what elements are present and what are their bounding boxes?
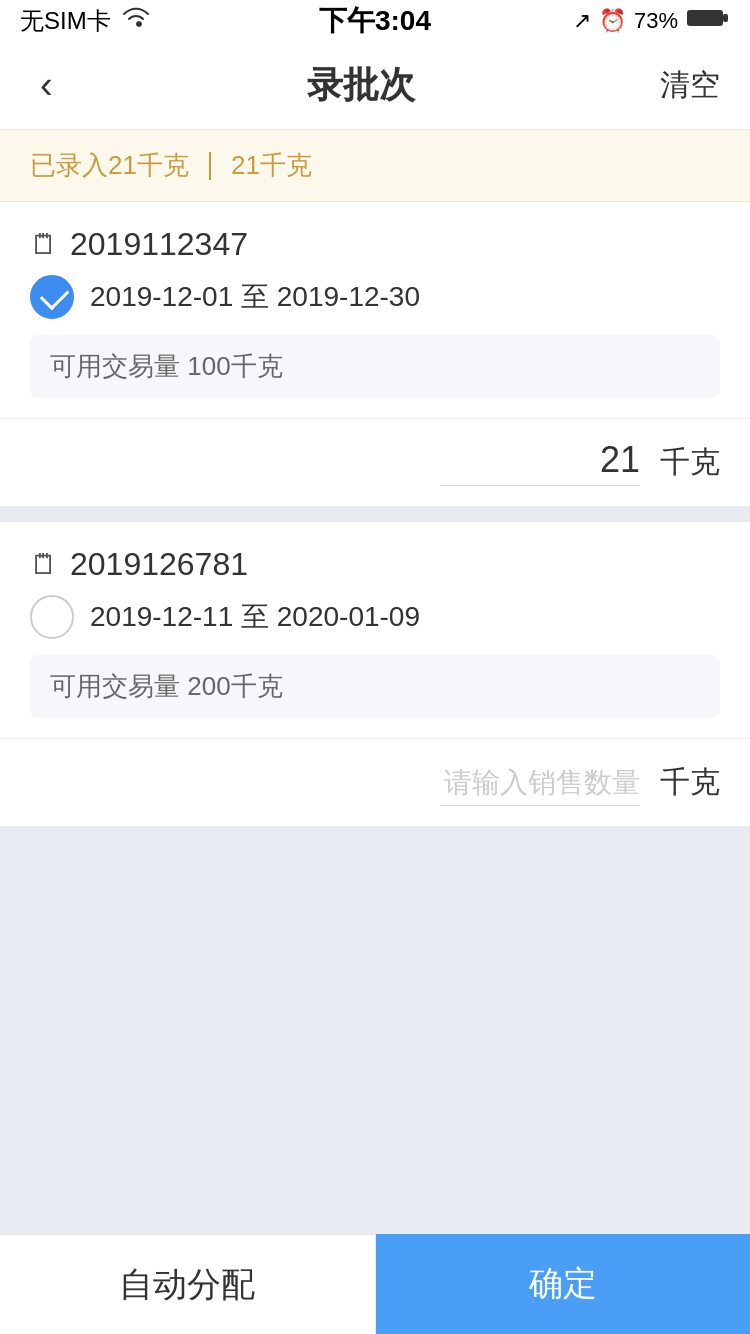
batch-header-1: 🗒 2019112347 xyxy=(30,226,720,263)
battery-text: 73% xyxy=(634,8,678,34)
batch-avail-1: 可用交易量 100千克 xyxy=(30,335,720,398)
batch-card-1: 🗒 2019112347 2019-12-01 至 2019-12-30 可用交… xyxy=(0,202,750,418)
qty-row-1: 千克 xyxy=(0,418,750,506)
radio-button-1[interactable] xyxy=(30,275,74,319)
batch-header-2: 🗒 2019126781 xyxy=(30,546,720,583)
batch-id-2: 2019126781 xyxy=(70,546,248,583)
info-recorded-label: 已录入21千克 xyxy=(30,148,189,183)
batch-date-2: 2019-12-11 至 2020-01-09 xyxy=(90,598,420,636)
batch-date-1: 2019-12-01 至 2019-12-30 xyxy=(90,278,420,316)
qty-input-2[interactable] xyxy=(440,759,640,806)
location-icon: ↗ xyxy=(573,8,591,34)
batch-icon-2: 🗒 xyxy=(30,548,58,581)
batch-date-row-1: 2019-12-01 至 2019-12-30 xyxy=(30,275,720,319)
nav-bar: ‹ 录批次 清空 xyxy=(0,42,750,130)
battery-icon xyxy=(686,7,730,35)
carrier-text: 无SIM卡 xyxy=(20,5,111,37)
batch-avail-2: 可用交易量 200千克 xyxy=(30,655,720,718)
separator-1 xyxy=(0,506,750,522)
confirm-button[interactable]: 确定 xyxy=(376,1234,751,1334)
wifi-icon xyxy=(121,7,151,35)
svg-rect-0 xyxy=(687,10,723,26)
clear-button[interactable]: 清空 xyxy=(660,65,720,106)
batch-icon-1: 🗒 xyxy=(30,228,58,261)
auto-distribute-button[interactable]: 自动分配 xyxy=(0,1234,376,1334)
batch-id-1: 2019112347 xyxy=(70,226,248,263)
content-area: 🗒 2019112347 2019-12-01 至 2019-12-30 可用交… xyxy=(0,202,750,1334)
info-divider xyxy=(209,152,211,180)
status-right: ↗ ⏰ 73% xyxy=(573,7,730,35)
qty-unit-2: 千克 xyxy=(660,762,720,803)
qty-unit-1: 千克 xyxy=(660,442,720,483)
page-title: 录批次 xyxy=(307,61,415,110)
qty-row-2: 千克 xyxy=(0,738,750,826)
radio-button-2[interactable] xyxy=(30,595,74,639)
batch-date-row-2: 2019-12-11 至 2020-01-09 xyxy=(30,595,720,639)
batch-card-2: 🗒 2019126781 2019-12-11 至 2020-01-09 可用交… xyxy=(0,522,750,738)
separator-2 xyxy=(0,826,750,842)
back-button[interactable]: ‹ xyxy=(30,54,63,117)
qty-input-1[interactable] xyxy=(440,439,640,486)
status-left: 无SIM卡 xyxy=(20,5,151,37)
info-banner: 已录入21千克 21千克 xyxy=(0,130,750,202)
svg-rect-1 xyxy=(723,14,728,22)
status-time: 下午3:04 xyxy=(319,2,431,40)
status-bar: 无SIM卡 下午3:04 ↗ ⏰ 73% xyxy=(0,0,750,42)
info-value: 21千克 xyxy=(231,148,312,183)
bottom-bar: 自动分配 确定 xyxy=(0,1234,750,1334)
alarm-icon: ⏰ xyxy=(599,8,626,34)
